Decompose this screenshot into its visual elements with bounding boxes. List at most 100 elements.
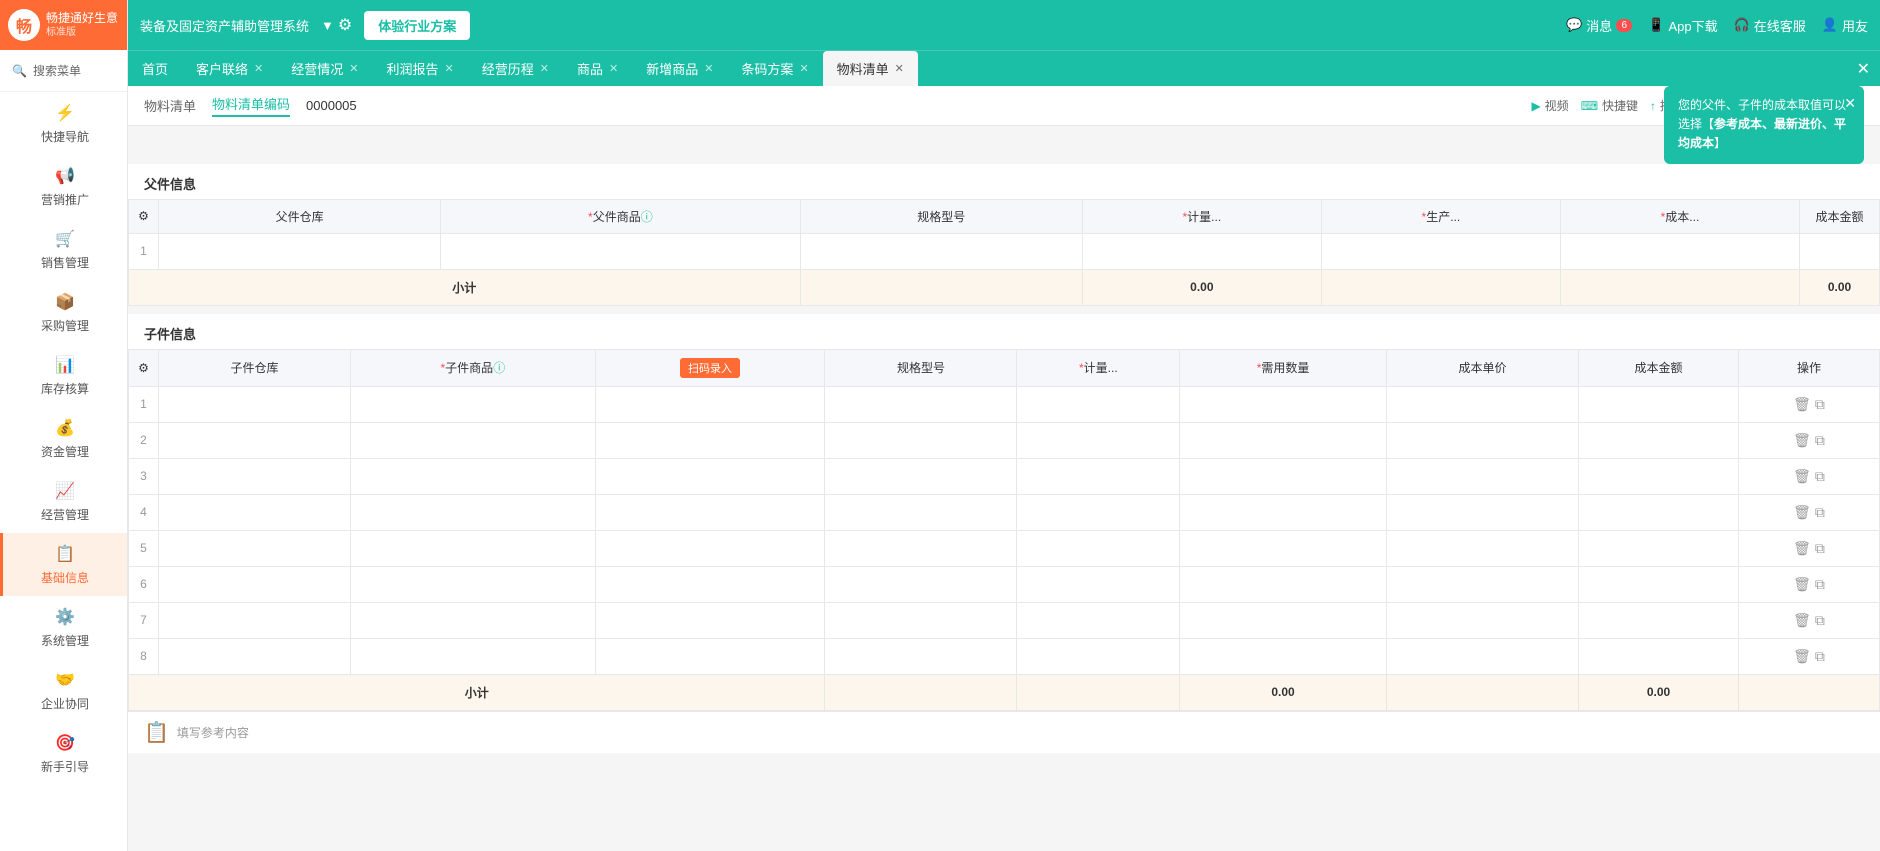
tab-close-icon[interactable]: ✕ xyxy=(704,62,713,75)
tab-close-icon[interactable]: ✕ xyxy=(799,62,808,75)
copy-row-7-button[interactable]: ⧉ xyxy=(1815,612,1825,629)
nav-tab-客户联络[interactable]: 客户联络✕ xyxy=(182,51,277,86)
child-spec-cell-8[interactable] xyxy=(825,638,1017,674)
child-unit-cell-5[interactable] xyxy=(1017,530,1180,566)
tooltip-close-button[interactable]: ✕ xyxy=(1844,92,1856,114)
delete-row-5-button[interactable]: 🗑 xyxy=(1793,540,1811,557)
child-product-cell-2[interactable] xyxy=(351,422,596,458)
nav-tab-经营情况[interactable]: 经营情况✕ xyxy=(277,51,372,86)
child-spec-cell-1[interactable] xyxy=(825,386,1017,422)
child-warehouse-cell-2[interactable] xyxy=(159,422,351,458)
child-warehouse-cell-4[interactable] xyxy=(159,494,351,530)
child-product-cell-3[interactable] xyxy=(351,458,596,494)
child-warehouse-cell-7[interactable] xyxy=(159,602,351,638)
settings-icon[interactable]: ⚙ xyxy=(338,15,352,35)
child-warehouse-cell-3[interactable] xyxy=(159,458,351,494)
child-scan-cell-1[interactable] xyxy=(595,386,825,422)
nav-tab-商品[interactable]: 商品✕ xyxy=(563,51,632,86)
child-qty-cell-3[interactable] xyxy=(1180,458,1387,494)
nav-tab-经营历程[interactable]: 经营历程✕ xyxy=(468,51,563,86)
child-qty-cell-1[interactable] xyxy=(1180,386,1387,422)
nav-tab-条码方案[interactable]: 条码方案✕ xyxy=(727,51,822,86)
tab-close-icon[interactable]: ✕ xyxy=(349,62,358,75)
child-spec-cell-6[interactable] xyxy=(825,566,1017,602)
copy-row-8-button[interactable]: ⧉ xyxy=(1815,648,1825,665)
copy-row-6-button[interactable]: ⧉ xyxy=(1815,576,1825,593)
delete-row-6-button[interactable]: 🗑 xyxy=(1793,576,1811,593)
child-scan-cell-3[interactable] xyxy=(595,458,825,494)
child-qty-cell-6[interactable] xyxy=(1180,566,1387,602)
nav-tab-新增商品[interactable]: 新增商品✕ xyxy=(632,51,727,86)
breadcrumb-bom-list[interactable]: 物料清单 xyxy=(144,96,196,115)
copy-row-1-button[interactable]: ⧉ xyxy=(1815,396,1825,413)
child-spec-cell-3[interactable] xyxy=(825,458,1017,494)
child-unit-cell-2[interactable] xyxy=(1017,422,1180,458)
app-download-button[interactable]: 📱 App下载 xyxy=(1648,16,1717,35)
close-all-tabs-button[interactable]: ✕ xyxy=(1847,59,1880,79)
delete-row-3-button[interactable]: 🗑 xyxy=(1793,468,1811,485)
child-spec-cell-4[interactable] xyxy=(825,494,1017,530)
child-unit-cell-8[interactable] xyxy=(1017,638,1180,674)
nav-tab-利润报告[interactable]: 利润报告✕ xyxy=(372,51,467,86)
child-unitcost-cell-8[interactable] xyxy=(1386,638,1578,674)
child-scan-cell-5[interactable] xyxy=(595,530,825,566)
copy-row-3-button[interactable]: ⧉ xyxy=(1815,468,1825,485)
shortcut-button[interactable]: ⌨ 快捷键 xyxy=(1581,97,1638,114)
parent-prod-cell[interactable] xyxy=(1321,233,1560,269)
tab-close-icon[interactable]: ✕ xyxy=(254,62,263,75)
child-warehouse-cell-5[interactable] xyxy=(159,530,351,566)
child-unit-cell-3[interactable] xyxy=(1017,458,1180,494)
child-product-cell-7[interactable] xyxy=(351,602,596,638)
child-spec-cell-2[interactable] xyxy=(825,422,1017,458)
child-unitcost-cell-5[interactable] xyxy=(1386,530,1578,566)
delete-row-4-button[interactable]: 🗑 xyxy=(1793,504,1811,521)
system-dropdown-button[interactable]: ▼ xyxy=(321,18,334,33)
sidebar-item-销售管理[interactable]: 🛒 销售管理 xyxy=(0,218,127,281)
tab-close-icon[interactable]: ✕ xyxy=(609,62,618,75)
user-button[interactable]: 👤 用友 xyxy=(1822,16,1868,35)
child-scan-cell-7[interactable] xyxy=(595,602,825,638)
breadcrumb-bom-code[interactable]: 物料清单编码 xyxy=(212,94,290,117)
child-qty-cell-7[interactable] xyxy=(1180,602,1387,638)
sidebar-item-资金管理[interactable]: 💰 资金管理 xyxy=(0,407,127,470)
child-warehouse-cell-8[interactable] xyxy=(159,638,351,674)
sidebar-item-营销推广[interactable]: 📢 营销推广 xyxy=(0,155,127,218)
parent-cost-cell[interactable] xyxy=(1560,233,1799,269)
nav-tab-物料清单[interactable]: 物料清单✕ xyxy=(823,51,918,86)
trial-button[interactable]: 体验行业方案 xyxy=(364,11,470,40)
tab-close-icon[interactable]: ✕ xyxy=(895,62,904,75)
parent-warehouse-cell[interactable] xyxy=(159,233,441,269)
sidebar-item-企业协同[interactable]: 🤝 企业协同 xyxy=(0,659,127,722)
child-unitcost-cell-7[interactable] xyxy=(1386,602,1578,638)
delete-row-2-button[interactable]: 🗑 xyxy=(1793,432,1811,449)
parent-product-cell[interactable] xyxy=(441,233,800,269)
parent-spec-cell[interactable] xyxy=(800,233,1082,269)
copy-row-4-button[interactable]: ⧉ xyxy=(1815,504,1825,521)
message-button[interactable]: 💬 消息 6 xyxy=(1566,16,1632,35)
sidebar-item-基础信息[interactable]: 📋 基础信息 xyxy=(0,533,127,596)
child-product-cell-5[interactable] xyxy=(351,530,596,566)
delete-row-8-button[interactable]: 🗑 xyxy=(1793,648,1811,665)
child-unitcost-cell-3[interactable] xyxy=(1386,458,1578,494)
tab-close-icon[interactable]: ✕ xyxy=(540,62,549,75)
delete-row-7-button[interactable]: 🗑 xyxy=(1793,612,1811,629)
tab-close-icon[interactable]: ✕ xyxy=(445,62,454,75)
child-product-cell-8[interactable] xyxy=(351,638,596,674)
sidebar-item-库存核算[interactable]: 📊 库存核算 xyxy=(0,344,127,407)
child-spec-cell-5[interactable] xyxy=(825,530,1017,566)
copy-row-5-button[interactable]: ⧉ xyxy=(1815,540,1825,557)
sidebar-item-新手引导[interactable]: 🎯 新手引导 xyxy=(0,722,127,785)
parent-unit-cell[interactable] xyxy=(1082,233,1321,269)
sidebar-item-经营管理[interactable]: 📈 经营管理 xyxy=(0,470,127,533)
child-qty-cell-4[interactable] xyxy=(1180,494,1387,530)
child-qty-cell-2[interactable] xyxy=(1180,422,1387,458)
child-unit-cell-1[interactable] xyxy=(1017,386,1180,422)
delete-row-1-button[interactable]: 🗑 xyxy=(1793,396,1811,413)
child-unitcost-cell-4[interactable] xyxy=(1386,494,1578,530)
sidebar-item-快捷导航[interactable]: ⚡ 快捷导航 xyxy=(0,92,127,155)
child-scan-cell-4[interactable] xyxy=(595,494,825,530)
child-scan-cell-6[interactable] xyxy=(595,566,825,602)
sidebar-item-系统管理[interactable]: ⚙️ 系统管理 xyxy=(0,596,127,659)
child-product-cell-1[interactable] xyxy=(351,386,596,422)
child-unitcost-cell-2[interactable] xyxy=(1386,422,1578,458)
